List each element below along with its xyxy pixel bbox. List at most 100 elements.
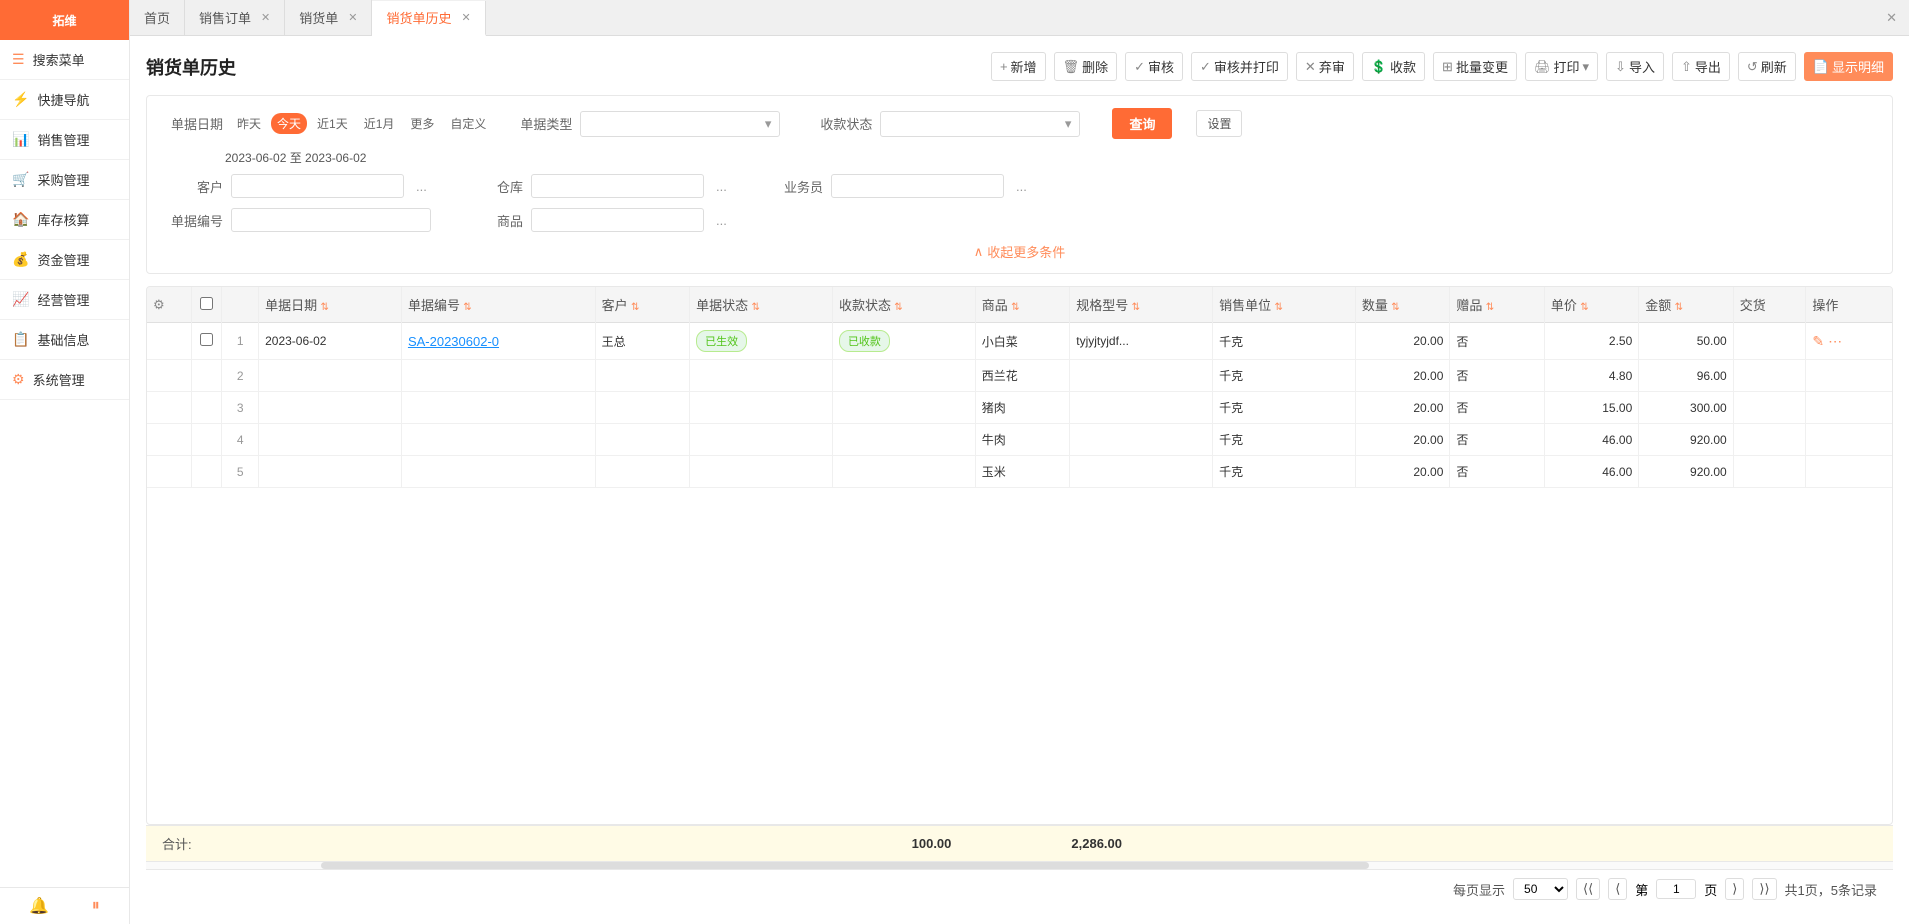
th-gift[interactable]: 赠品 ⇅ (1450, 287, 1544, 323)
cell-paymentstatus-0: 已收款 (832, 323, 975, 360)
th-goods[interactable]: 商品 ⇅ (975, 287, 1069, 323)
warehouse-input[interactable] (531, 174, 704, 198)
sidebar-item-quick-nav[interactable]: ⚡ 快捷导航 (0, 80, 129, 120)
sidebar-item-purchase-mgmt[interactable]: 🛒 采购管理 (0, 160, 129, 200)
cell-unitprice-3: 46.00 (1544, 424, 1638, 456)
customer-dots[interactable]: ... (416, 179, 427, 194)
salesperson-input[interactable] (831, 174, 1004, 198)
new-button[interactable]: + 新增 (991, 52, 1046, 81)
cell-checkbox-0[interactable] (192, 323, 222, 360)
row-checkbox[interactable] (200, 333, 213, 346)
audit-print-button[interactable]: ✓ 审核并打印 (1191, 52, 1288, 81)
import-button[interactable]: ⇩ 导入 (1606, 52, 1664, 81)
th-sales-unit[interactable]: 销售单位 ⇅ (1213, 287, 1356, 323)
cell-ops-2 (1806, 392, 1892, 424)
date-tab-yesterday[interactable]: 昨天 (231, 113, 267, 134)
horizontal-scrollbar[interactable] (146, 861, 1893, 869)
th-unit-price[interactable]: 单价 ⇅ (1544, 287, 1638, 323)
th-payment-status[interactable]: 收款状态 ⇅ (832, 287, 975, 323)
edit-icon[interactable]: ✎ (1812, 333, 1824, 349)
collect-button[interactable]: 💲 收款 (1362, 52, 1425, 81)
date-tab-more[interactable]: 更多 (404, 113, 440, 134)
export-label: 导出 (1695, 57, 1721, 76)
tab-sales-delivery-history[interactable]: 销货单历史 ✕ (372, 1, 485, 36)
page-first-button[interactable]: ⟨⟨ (1576, 878, 1600, 900)
doc-no-link[interactable]: SA-20230602-0 (408, 334, 499, 349)
goods-input[interactable] (531, 208, 704, 232)
sidebar-item-basic-info[interactable]: 📋 基础信息 (0, 320, 129, 360)
sidebar-item-inventory[interactable]: 🏠 库存核算 (0, 200, 129, 240)
th-amount[interactable]: 金额 ⇅ (1639, 287, 1733, 323)
delete-button[interactable]: 🗑 删除 (1054, 52, 1118, 81)
abandon-button[interactable]: ✕ 弃审 (1296, 52, 1354, 81)
page-prev-button[interactable]: ⟨ (1608, 878, 1627, 900)
date-tab-custom[interactable]: 自定义 (444, 113, 492, 134)
th-gear[interactable]: ⚙ (147, 287, 192, 323)
print-button[interactable]: 🖨 打印 ▾ (1525, 52, 1598, 81)
tab-home[interactable]: 首页 (130, 0, 185, 35)
cell-customer-3 (595, 424, 689, 456)
th-doc-no[interactable]: 单据编号 ⇅ (401, 287, 595, 323)
filter-group-warehouse: 仓库 ... (463, 174, 743, 198)
sidebar-item-label: 采购管理 (37, 170, 89, 189)
sidebar-item-ops[interactable]: 📈 经营管理 (0, 280, 129, 320)
page-input[interactable]: 1 (1656, 879, 1696, 899)
page-last-button[interactable]: ⟩⟩ (1752, 878, 1776, 900)
th-sales-unit-label: 销售单位 (1219, 298, 1271, 313)
batch-change-button[interactable]: ⊞ 批量变更 (1433, 52, 1517, 81)
cell-gift-4: 否 (1450, 456, 1544, 488)
salesperson-dots[interactable]: ... (1016, 179, 1027, 194)
tab-sales-order-close[interactable]: ✕ (261, 11, 270, 24)
refresh-button[interactable]: ↺ 刷新 (1738, 52, 1796, 81)
tab-bar-close-btn[interactable]: ✕ (1874, 10, 1909, 26)
cell-docno-1 (401, 360, 595, 392)
tab-sales-delivery[interactable]: 销货单 ✕ (285, 0, 372, 35)
collapse-button[interactable]: ∧ 收起更多条件 (163, 242, 1876, 261)
select-all-checkbox[interactable] (200, 297, 213, 310)
sidebar-item-label: 基础信息 (37, 330, 89, 349)
cell-checkbox-3[interactable] (192, 424, 222, 456)
scrollbar-thumb[interactable] (321, 862, 1369, 869)
set-button[interactable]: 设置 (1196, 110, 1242, 137)
customer-input[interactable] (231, 174, 404, 198)
th-spec-type[interactable]: 规格型号 ⇅ (1070, 287, 1213, 323)
cell-checkbox-2[interactable] (192, 392, 222, 424)
show-detail-button[interactable]: 📄 显示明细 (1804, 52, 1893, 81)
date-tab-last7[interactable]: 近1天 (311, 113, 354, 134)
pause-icon[interactable]: ⏸ (92, 897, 100, 915)
goods-dots[interactable]: ... (716, 213, 727, 228)
more-icon[interactable]: ⋯ (1828, 333, 1842, 349)
sidebar-item-search-menu[interactable]: ☰ 搜索菜单 (0, 40, 129, 80)
sidebar-item-finance[interactable]: 💰 资金管理 (0, 240, 129, 280)
doc-no-input[interactable] (231, 208, 431, 232)
payment-status-select[interactable]: ▾ (880, 111, 1080, 137)
date-tab-today[interactable]: 今天 (271, 113, 307, 134)
cell-checkbox-1[interactable] (192, 360, 222, 392)
page-next-button[interactable]: ⟩ (1725, 878, 1744, 900)
th-doc-status-label: 单据状态 (696, 298, 748, 313)
th-doc-date[interactable]: 单据日期 ⇅ (259, 287, 402, 323)
sidebar-item-sales-mgmt[interactable]: 📊 销售管理 (0, 120, 129, 160)
date-tab-last30[interactable]: 近1月 (358, 113, 401, 134)
cell-rownum-2: 3 (222, 392, 259, 424)
cell-docdate-0: 2023-06-02 (259, 323, 402, 360)
notification-icon[interactable]: 🔔 (29, 896, 49, 916)
tab-sales-delivery-history-close[interactable]: ✕ (462, 11, 471, 24)
column-settings-icon[interactable]: ⚙ (153, 297, 165, 312)
cell-checkbox-4[interactable] (192, 456, 222, 488)
th-customer[interactable]: 客户 ⇅ (595, 287, 689, 323)
warehouse-dots[interactable]: ... (716, 179, 727, 194)
query-button[interactable]: 查询 (1112, 108, 1172, 139)
th-doc-status[interactable]: 单据状态 ⇅ (690, 287, 833, 323)
sidebar-item-sys-mgmt[interactable]: ⚙ 系统管理 (0, 360, 129, 400)
cell-docstatus-4 (690, 456, 833, 488)
pagination-bar: 每页显示 50 100 200 ⟨⟨ ⟨ 第 1 页 ⟩ ⟩⟩ 共1页，5条记录 (146, 869, 1893, 908)
cell-spectype-0: tyjyjtyjdf... (1070, 323, 1213, 360)
doc-type-select[interactable]: ▾ (580, 111, 780, 137)
tab-sales-order[interactable]: 销售订单 ✕ (185, 0, 285, 35)
page-size-select[interactable]: 50 100 200 (1513, 878, 1568, 900)
tab-sales-delivery-close[interactable]: ✕ (348, 11, 357, 24)
th-qty[interactable]: 数量 ⇅ (1355, 287, 1449, 323)
audit-button[interactable]: ✓ 审核 (1125, 52, 1183, 81)
export-button[interactable]: ⇧ 导出 (1672, 52, 1730, 81)
